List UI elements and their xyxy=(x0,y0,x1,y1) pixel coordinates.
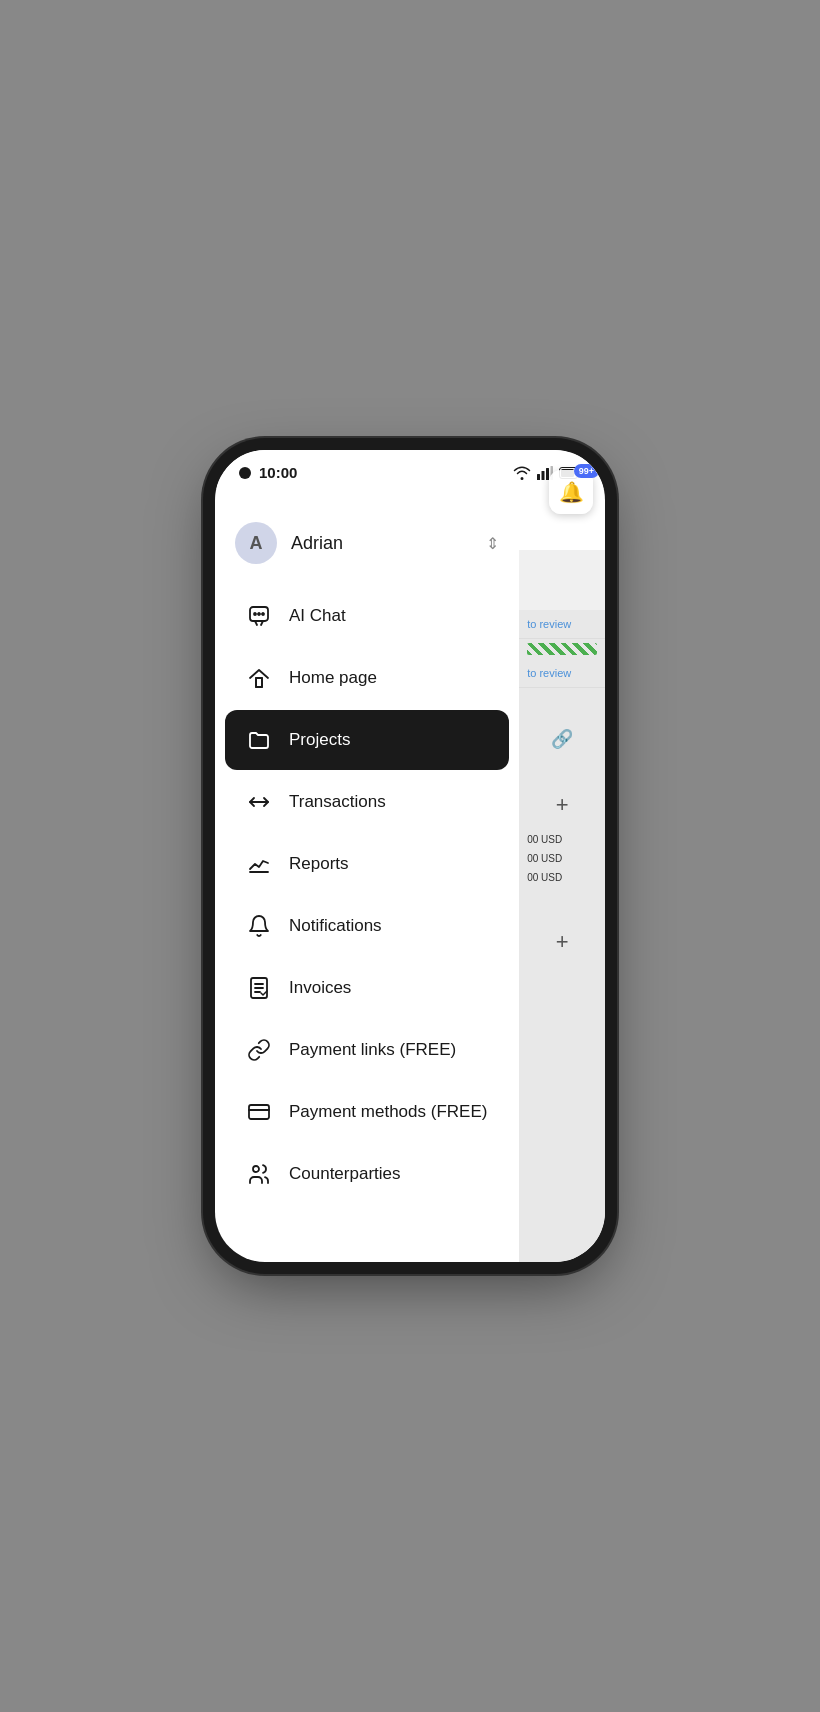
notification-button[interactable]: 🔔 99+ xyxy=(549,470,593,514)
phone-frame: 10:00 xyxy=(215,450,605,1262)
reports-label: Reports xyxy=(289,854,349,874)
payment-methods-label: Payment methods (FREE) xyxy=(289,1102,487,1122)
payment-links-icon xyxy=(245,1036,273,1064)
transactions-icon xyxy=(245,788,273,816)
counterparties-label: Counterparties xyxy=(289,1164,401,1184)
notifications-icon xyxy=(245,912,273,940)
projects-icon xyxy=(245,726,273,754)
username: Adrian xyxy=(291,533,486,554)
payment-methods-icon xyxy=(245,1098,273,1126)
phone-screen: 10:00 xyxy=(215,450,605,1262)
counterparties-icon xyxy=(245,1160,273,1188)
status-left: 10:00 xyxy=(239,464,297,481)
sidebar-item-counterparties[interactable]: Counterparties xyxy=(225,1144,509,1204)
sidebar-item-payment-methods[interactable]: Payment methods (FREE) xyxy=(225,1082,509,1142)
sidebar-item-transactions[interactable]: Transactions xyxy=(225,772,509,832)
sidebar-item-notifications[interactable]: Notifications xyxy=(225,896,509,956)
svg-point-8 xyxy=(258,613,260,615)
chevron-updown-icon: ⇕ xyxy=(486,534,499,553)
svg-rect-10 xyxy=(256,678,262,687)
payment-links-label: Payment links (FREE) xyxy=(289,1040,456,1060)
sidebar-item-home-page[interactable]: Home page xyxy=(225,648,509,708)
sidebar-item-reports[interactable]: Reports xyxy=(225,834,509,894)
avatar: A xyxy=(235,522,277,564)
svg-point-7 xyxy=(254,613,256,615)
wifi-icon xyxy=(513,466,531,480)
plus-icon-bg-2: + xyxy=(519,917,605,967)
home-page-label: Home page xyxy=(289,668,377,688)
svg-rect-0 xyxy=(537,474,540,480)
sidebar-item-invoices[interactable]: Invoices xyxy=(225,958,509,1018)
svg-rect-1 xyxy=(542,471,545,480)
sidebar-item-ai-chat[interactable]: AI Chat xyxy=(225,586,509,646)
usd-text-1: 00 USD xyxy=(519,830,605,849)
notification-badge: 99+ xyxy=(574,464,599,478)
bell-icon: 🔔 xyxy=(559,480,584,504)
usd-text-2: 00 USD xyxy=(519,849,605,868)
invoices-icon xyxy=(245,974,273,1002)
plus-icon-bg: + xyxy=(519,780,605,830)
green-bar xyxy=(527,643,597,655)
bg-review-2: to review xyxy=(519,659,605,688)
svg-point-9 xyxy=(262,613,264,615)
svg-rect-16 xyxy=(249,1105,269,1119)
invoices-label: Invoices xyxy=(289,978,351,998)
reports-icon xyxy=(245,850,273,878)
ai-chat-label: AI Chat xyxy=(289,606,346,626)
sidebar-item-payment-links[interactable]: Payment links (FREE) xyxy=(225,1020,509,1080)
camera-dot xyxy=(239,467,251,479)
status-time: 10:00 xyxy=(259,464,297,481)
svg-point-18 xyxy=(253,1166,259,1172)
screen-layout: A Adrian ⇕ xyxy=(215,500,605,1262)
projects-label: Projects xyxy=(289,730,350,750)
sidebar: A Adrian ⇕ xyxy=(215,500,519,1212)
ai-chat-icon xyxy=(245,602,273,630)
sidebar-item-integrations[interactable]: Integrations xyxy=(225,1206,509,1212)
transactions-label: Transactions xyxy=(289,792,386,812)
bg-review-1: to review xyxy=(519,610,605,639)
notifications-label: Notifications xyxy=(289,916,382,936)
sidebar-item-projects[interactable]: Projects xyxy=(225,710,509,770)
home-icon xyxy=(245,664,273,692)
usd-text-3: 00 USD xyxy=(519,868,605,887)
bg-content: to review to review 🔗 + 00 USD 00 USD 00… xyxy=(519,550,605,1262)
status-bar: 10:00 xyxy=(215,450,605,489)
user-header[interactable]: A Adrian ⇕ xyxy=(215,510,519,576)
link-icon-bg: 🔗 xyxy=(519,718,605,760)
